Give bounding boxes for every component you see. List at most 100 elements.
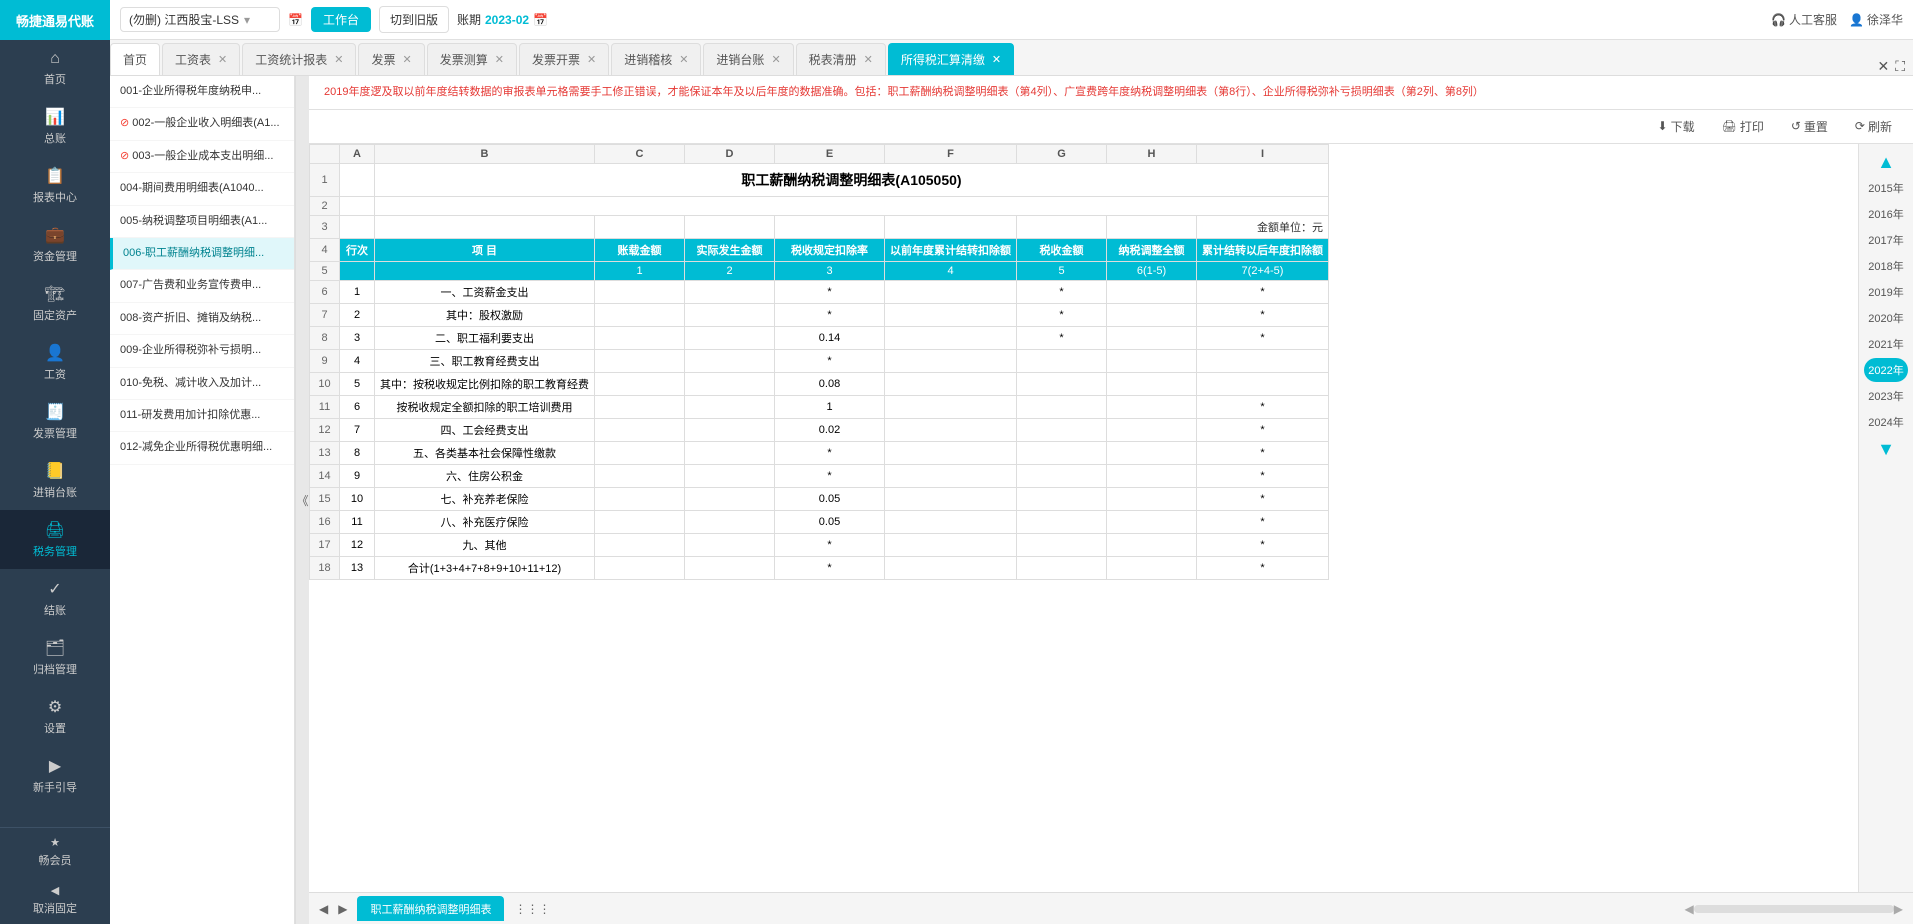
scroll-left-icon[interactable]: ◀ xyxy=(1685,902,1694,916)
tab-purchase-audit-close[interactable]: ✕ xyxy=(679,53,688,66)
print-icon: 🖨 xyxy=(1722,119,1737,133)
sidebar-item-membership[interactable]: ★ 畅会员 xyxy=(0,828,110,876)
tab-invoice-open-close[interactable]: ✕ xyxy=(587,53,596,66)
sub-sidebar-item-2[interactable]: ⊘003-一般企业成本支出明细... xyxy=(110,141,294,173)
tab-invoice-close[interactable]: ✕ xyxy=(403,53,412,66)
switch-old-button[interactable]: 切到旧版 xyxy=(379,6,449,33)
tab-purchase-audit[interactable]: 进销稽核 ✕ xyxy=(611,43,701,75)
col-header-f: F xyxy=(885,144,1017,163)
tab-invoice[interactable]: 发票 ✕ xyxy=(358,43,424,75)
sub-sidebar-item-5[interactable]: 006-职工薪酬纳税调整明细... xyxy=(110,238,294,270)
sheet-tab-active[interactable]: 职工薪酬纳税调整明细表 xyxy=(357,896,504,921)
refresh-button[interactable]: ⟳ 刷新 xyxy=(1849,115,1898,138)
sidebar-item-home[interactable]: ⌂ 首页 xyxy=(0,40,110,97)
sidebar-item-payroll[interactable]: 👤 工资 xyxy=(0,333,110,392)
year-2023[interactable]: 2023年 xyxy=(1864,384,1908,408)
year-2018[interactable]: 2018年 xyxy=(1864,254,1908,278)
sub-sidebar-item-11[interactable]: 012-减免企业所得税优惠明细... xyxy=(110,432,294,464)
sheet-nav-right[interactable]: ▶ xyxy=(338,902,347,916)
year-down-button[interactable]: ▼ xyxy=(1874,436,1898,463)
home-icon: ⌂ xyxy=(50,50,60,68)
main-area: (勿删) 江西股宝-LSS ▾ 📅 工作台 切到旧版 账期 2023-02 📅 … xyxy=(110,0,1913,924)
tab-payroll-close[interactable]: ✕ xyxy=(218,53,227,66)
year-2017[interactable]: 2017年 xyxy=(1864,228,1908,252)
sidebar-item-archive-mgmt[interactable]: 🗂 归档管理 xyxy=(0,628,110,687)
tab-invoice-open[interactable]: 发票开票 ✕ xyxy=(519,43,609,75)
sidebar-item-reports[interactable]: 📋 报表中心 xyxy=(0,156,110,215)
col-header-a: A xyxy=(340,144,375,163)
col-header-h: H xyxy=(1107,144,1197,163)
tab-home[interactable]: 首页 xyxy=(110,43,160,75)
sub-sidebar-item-7[interactable]: 008-资产折旧、摊销及纳税... xyxy=(110,303,294,335)
sidebar-item-new-guide[interactable]: ▶ 新手引导 xyxy=(0,746,110,805)
collapse-sidebar-button[interactable]: 《 xyxy=(295,76,309,924)
sub-sidebar-item-9[interactable]: 010-免税、减计收入及加计... xyxy=(110,368,294,400)
year-2019[interactable]: 2019年 xyxy=(1864,280,1908,304)
sub-d: 2 xyxy=(685,261,775,280)
workspace-button[interactable]: 工作台 xyxy=(311,7,371,32)
sub-sidebar-item-10[interactable]: 011-研发费用加计扣除优惠... xyxy=(110,400,294,432)
sidebar-item-sales-ledger[interactable]: 📒 进销台账 xyxy=(0,451,110,510)
col-b-header: 项 目 xyxy=(375,238,595,261)
download-button[interactable]: ⬇ 下载 xyxy=(1652,115,1701,138)
scroll-right-icon[interactable]: ▶ xyxy=(1894,902,1903,916)
tab-tax-register[interactable]: 税表清册 ✕ xyxy=(796,43,886,75)
tab-tax-settlement[interactable]: 所得税汇算清缴 ✕ xyxy=(888,43,1014,75)
table-row: 9 4 三、职工教育经费支出 * xyxy=(310,349,1329,372)
year-up-button[interactable]: ▲ xyxy=(1874,149,1898,176)
tab-payroll-report-close[interactable]: ✕ xyxy=(334,53,343,66)
col-header-e: E xyxy=(775,144,885,163)
sidebar-item-invoice-mgmt[interactable]: 🧾 发票管理 xyxy=(0,392,110,451)
col-header-b: B xyxy=(375,144,595,163)
year-2021[interactable]: 2021年 xyxy=(1864,332,1908,356)
reset-button[interactable]: ↺ 重置 xyxy=(1785,115,1834,138)
sub-sidebar-item-8[interactable]: 009-企业所得税弥补亏损明... xyxy=(110,335,294,367)
user-profile[interactable]: 👤 徐泽华 xyxy=(1849,11,1903,28)
sub-f: 4 xyxy=(885,261,1017,280)
sidebar-item-tax-mgmt[interactable]: 🖨 税务管理 xyxy=(0,510,110,569)
print-button[interactable]: 🖨 打印 xyxy=(1716,115,1770,138)
tab-tax-settlement-close[interactable]: ✕ xyxy=(992,53,1001,66)
year-2015[interactable]: 2015年 xyxy=(1864,176,1908,200)
sub-sidebar-item-0[interactable]: 001-企业所得税年度纳税申... xyxy=(110,76,294,108)
sub-sidebar-item-4[interactable]: 005-纳税调整项目明细表(A1... xyxy=(110,206,294,238)
sub-sidebar-item-1[interactable]: ⊘002-一般企业收入明细表(A1... xyxy=(110,108,294,140)
tab-invoice-calc-close[interactable]: ✕ xyxy=(495,53,504,66)
cell-3d xyxy=(685,215,775,238)
tab-tax-register-close[interactable]: ✕ xyxy=(864,53,873,66)
notice-bar: 2019年度逻及取以前年度结转数据的审报表单元格需要手工修正错误，才能保证本年及… xyxy=(309,76,1913,110)
col-header-c: C xyxy=(595,144,685,163)
tab-purchase-ledger[interactable]: 进销台账 ✕ xyxy=(703,43,793,75)
tab-payroll-report[interactable]: 工资统计报表 ✕ xyxy=(242,43,356,75)
sidebar-item-fixed-assets[interactable]: 🏗 固定资产 xyxy=(0,274,110,333)
sidebar-item-cancel-fixed[interactable]: ◀ 取消固定 xyxy=(0,876,110,924)
scroll-bar[interactable] xyxy=(1694,905,1894,913)
sidebar-item-assets-mgmt[interactable]: 💼 资金管理 xyxy=(0,215,110,274)
col-h-header: 纳税调整全额 xyxy=(1107,238,1197,261)
service-button[interactable]: 🎧 人工客服 xyxy=(1771,11,1837,28)
sub-a xyxy=(340,261,375,280)
sub-sidebar-item-3[interactable]: 004-期间费用明细表(A1040... xyxy=(110,173,294,205)
sidebar-item-general-ledger[interactable]: 📊 总账 xyxy=(0,97,110,156)
col-c-header: 账载金额 xyxy=(595,238,685,261)
sidebar-item-settings[interactable]: ⚙ 设置 xyxy=(0,687,110,746)
year-2020[interactable]: 2020年 xyxy=(1864,306,1908,330)
guide-icon: ▶ xyxy=(49,756,61,776)
col-g-header: 税收金额 xyxy=(1017,238,1107,261)
table-row: 8 3 二、职工福利要支出 0.14 * * xyxy=(310,326,1329,349)
sidebar-item-settlement[interactable]: ✓ 结账 xyxy=(0,569,110,628)
sheet-options[interactable]: ⋮⋮⋮ xyxy=(514,902,550,916)
year-2022[interactable]: 2022年 xyxy=(1864,358,1908,382)
year-2024[interactable]: 2024年 xyxy=(1864,410,1908,434)
tabs-right: ✕ ⛶ xyxy=(1869,58,1913,75)
tab-payroll[interactable]: 工资表 ✕ xyxy=(162,43,240,75)
tab-close-all-icon[interactable]: ✕ xyxy=(1877,58,1889,75)
table-header-row: 4 行次 项 目 账载金额 实际发生金额 税收规定扣除率 以前年度累计结转扣除额… xyxy=(310,238,1329,261)
company-selector[interactable]: (勿删) 江西股宝-LSS ▾ xyxy=(120,7,280,32)
tab-purchase-ledger-close[interactable]: ✕ xyxy=(771,53,780,66)
tab-invoice-calc[interactable]: 发票测算 ✕ xyxy=(427,43,517,75)
tab-maximize-icon[interactable]: ⛶ xyxy=(1895,58,1905,75)
year-2016[interactable]: 2016年 xyxy=(1864,202,1908,226)
sheet-nav-left[interactable]: ◀ xyxy=(319,902,328,916)
sub-sidebar-item-6[interactable]: 007-广告费和业务宣传费申... xyxy=(110,270,294,302)
